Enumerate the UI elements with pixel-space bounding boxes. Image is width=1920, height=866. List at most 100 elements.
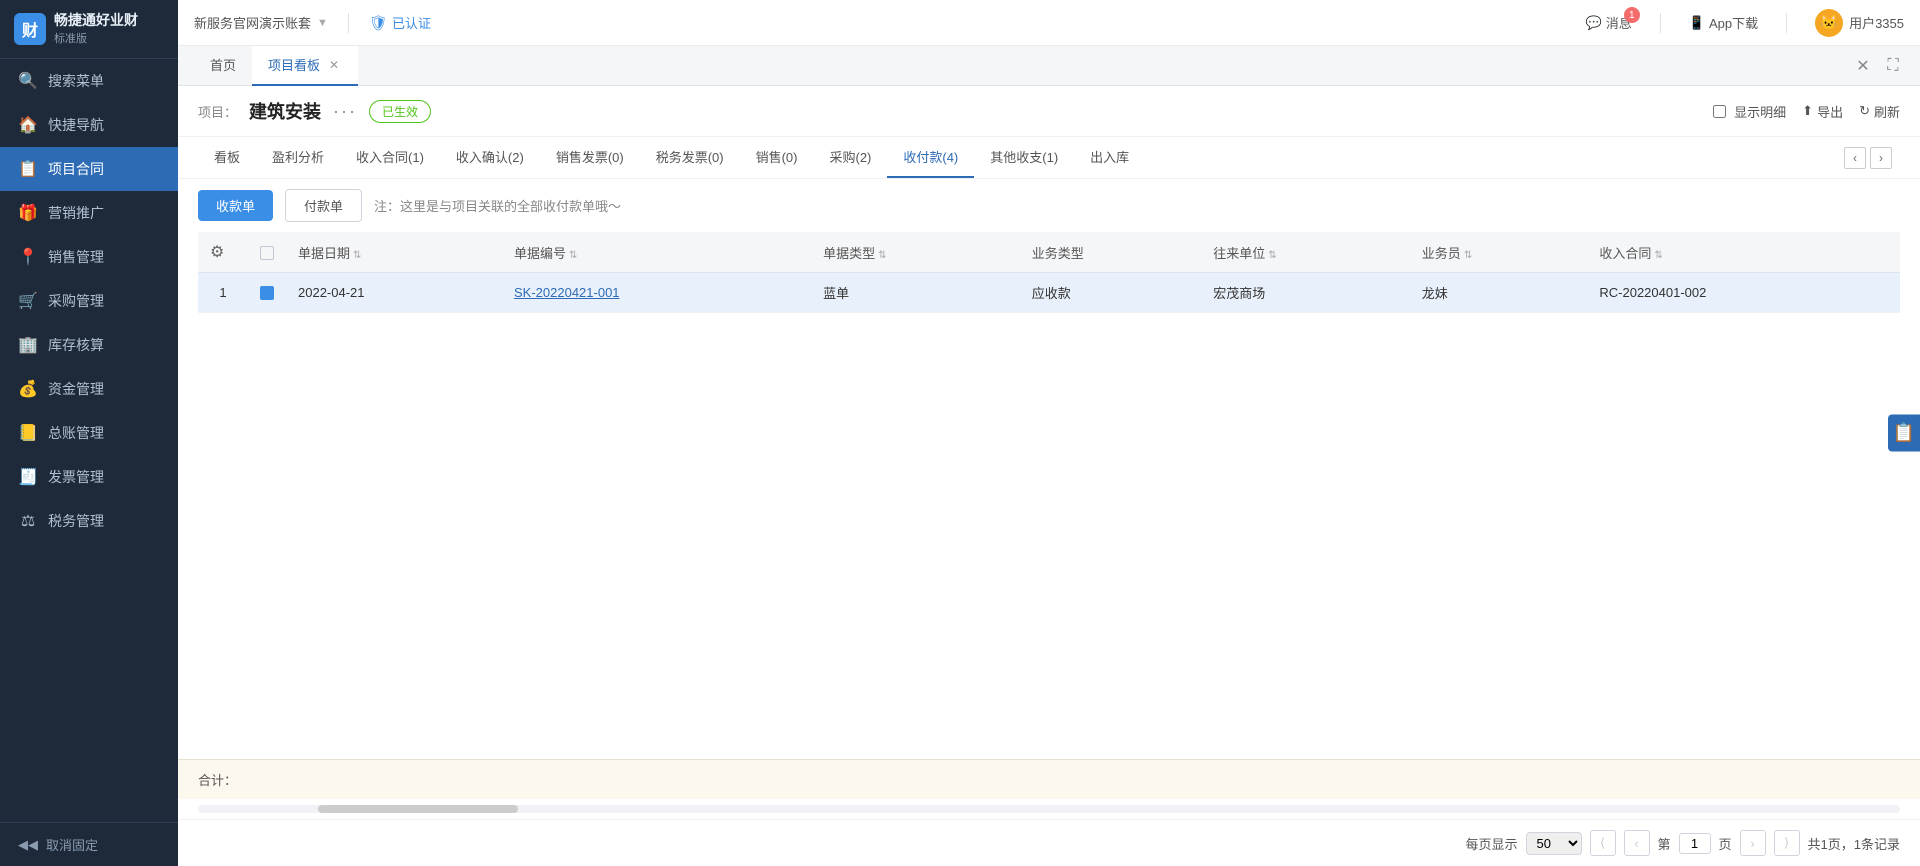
topbar-dropdown-icon: ▼ xyxy=(317,17,328,29)
export-button[interactable]: ⬆ 导出 xyxy=(1802,102,1843,121)
sub-tab-9[interactable]: 其他收支(1) xyxy=(974,137,1074,178)
sidebar-item-label-quick-nav: 快捷导航 xyxy=(48,115,104,135)
show-detail-checkbox[interactable]: 显示明细 xyxy=(1713,102,1786,121)
sort-type-icon: ⇅ xyxy=(878,250,886,261)
topbar-project-name: 新服务官网演示账套 xyxy=(194,13,311,32)
sidebar-item-inventory[interactable]: 🏢库存核算 xyxy=(0,323,178,367)
first-page-button[interactable]: ⟨ xyxy=(1590,830,1616,856)
sidebar-item-quick-nav[interactable]: 🏠快捷导航 xyxy=(0,103,178,147)
col-header-contract[interactable]: 收入合同⇅ xyxy=(1587,232,1900,273)
table-col-checkbox xyxy=(248,232,286,273)
sidebar-item-label-purchase: 采购管理 xyxy=(48,291,104,311)
topbar-app-download[interactable]: 📱 App下载 xyxy=(1689,13,1758,32)
row-type-0: 蓝单 xyxy=(811,273,1020,313)
sub-tab-5[interactable]: 税务发票(0) xyxy=(640,137,740,178)
finance-icon: 💰 xyxy=(18,379,38,399)
page-header-actions: 显示明细 ⬆ 导出 ↻ 刷新 xyxy=(1713,102,1900,121)
last-page-button[interactable]: ⟩ xyxy=(1774,830,1800,856)
horizontal-scrollbar[interactable] xyxy=(198,805,1900,813)
col-header-partner[interactable]: 往来单位⇅ xyxy=(1201,232,1410,273)
col-header-code[interactable]: 单据编号⇅ xyxy=(502,232,811,273)
row-code-0[interactable]: SK-20220421-001 xyxy=(502,273,811,313)
project-contract-icon: 📋 xyxy=(18,159,38,179)
action-hint: 注：这里是与项目关联的全部收付款单哦～ xyxy=(374,196,621,215)
sub-tabs-prev-button[interactable]: ‹ xyxy=(1844,147,1866,169)
sidebar-item-label-invoice: 发票管理 xyxy=(48,467,104,487)
table-header: ⚙ 单据日期⇅ 单据编号⇅ 单据类型⇅ 业务类型 往来单位⇅ 业务员⇅ 收入合同… xyxy=(198,232,1900,273)
row-contract-0: RC-20220401-002 xyxy=(1587,273,1900,313)
sidebar-item-project-contract[interactable]: 📋项目合同 xyxy=(0,147,178,191)
sort-salesman-icon: ⇅ xyxy=(1464,250,1472,261)
sidebar-footer[interactable]: ◀◀ 取消固定 xyxy=(0,822,178,866)
next-page-button[interactable]: › xyxy=(1740,830,1766,856)
row-biz-type-0: 应收款 xyxy=(1020,273,1201,313)
close-window-button[interactable]: ✕ xyxy=(1852,55,1874,77)
sidebar-logo: 财 畅捷通好业财 标准版 xyxy=(0,0,178,59)
scrollbar-thumb[interactable] xyxy=(318,805,518,813)
topbar-certified: 🛡 已认证 xyxy=(369,13,431,32)
page-number-input[interactable] xyxy=(1679,833,1711,854)
summary-label: 合计： xyxy=(198,770,237,789)
tab-project-kanban-label: 项目看板 xyxy=(268,55,320,74)
payment-button[interactable]: 付款单 xyxy=(285,189,362,222)
sidebar-item-marketing[interactable]: 🎁营销推广 xyxy=(0,191,178,235)
table-col-settings[interactable]: ⚙ xyxy=(198,232,248,273)
sidebar-item-tax[interactable]: ⚖税务管理 xyxy=(0,499,178,543)
col-header-salesman[interactable]: 业务员⇅ xyxy=(1410,232,1588,273)
status-badge: 已生效 xyxy=(369,100,431,123)
sub-tab-4[interactable]: 销售发票(0) xyxy=(540,137,640,178)
pagination: 每页显示 50 100 200 ⟨ ‹ 第 页 › ⟩ 共1页，1条记录 xyxy=(178,819,1920,866)
marketing-icon: 🎁 xyxy=(18,203,38,223)
sidebar-item-purchase[interactable]: 🛒采购管理 xyxy=(0,279,178,323)
sub-tab-3[interactable]: 收入确认(2) xyxy=(440,137,540,178)
receipt-button[interactable]: 收款单 xyxy=(198,190,273,221)
sidebar-item-invoice[interactable]: 🧾发票管理 xyxy=(0,455,178,499)
app-logo-icon: 财 xyxy=(14,13,46,45)
show-detail-input[interactable] xyxy=(1713,105,1726,118)
action-bar: 收款单 付款单 注：这里是与项目关联的全部收付款单哦～ xyxy=(178,179,1920,232)
sidebar-item-sales[interactable]: 📍销售管理 xyxy=(0,235,178,279)
topbar-right: 💬 消息 1 📱 App下载 🐱 用户3355 xyxy=(1586,9,1904,37)
col-header-date[interactable]: 单据日期⇅ xyxy=(286,232,502,273)
sub-tab-7[interactable]: 采购(2) xyxy=(813,137,887,178)
sales-icon: 📍 xyxy=(18,247,38,267)
float-note-button[interactable]: 📋 xyxy=(1888,415,1920,452)
sidebar-item-finance[interactable]: 💰资金管理 xyxy=(0,367,178,411)
select-all-checkbox[interactable] xyxy=(260,246,274,260)
page-unit: 页 xyxy=(1719,834,1732,853)
sidebar-item-ledger[interactable]: 📒总账管理 xyxy=(0,411,178,455)
topbar-messages[interactable]: 💬 消息 1 xyxy=(1586,13,1632,32)
table-row[interactable]: 1 2022-04-21 SK-20220421-001 蓝单 应收款 宏茂商场… xyxy=(198,273,1900,313)
sidebar-item-search[interactable]: 🔍搜索菜单 xyxy=(0,59,178,103)
sub-tab-6[interactable]: 销售(0) xyxy=(740,137,814,178)
tab-project-kanban[interactable]: 项目看板 ✕ xyxy=(252,46,358,86)
row-checkbox-0[interactable] xyxy=(248,273,286,313)
window-controls: ✕ ⛶ xyxy=(1852,55,1904,77)
export-icon: ⬆ xyxy=(1802,103,1813,119)
more-options-button[interactable]: ··· xyxy=(333,101,357,122)
table-wrapper: ⚙ 单据日期⇅ 单据编号⇅ 单据类型⇅ 业务类型 往来单位⇅ 业务员⇅ 收入合同… xyxy=(178,232,1920,759)
sub-tab-2[interactable]: 收入合同(1) xyxy=(340,137,440,178)
col-header-type[interactable]: 单据类型⇅ xyxy=(811,232,1020,273)
prev-page-button[interactable]: ‹ xyxy=(1624,830,1650,856)
page-size-label: 每页显示 xyxy=(1465,834,1517,853)
refresh-button[interactable]: ↻ 刷新 xyxy=(1859,102,1900,121)
note-icon: 📋 xyxy=(1893,423,1915,444)
col-header-biz-type: 业务类型 xyxy=(1020,232,1201,273)
sub-tab-0[interactable]: 看板 xyxy=(198,137,256,178)
sub-tab-10[interactable]: 出入库 xyxy=(1074,137,1145,178)
topbar-user[interactable]: 🐱 用户3355 xyxy=(1815,9,1904,37)
topbar-project[interactable]: 新服务官网演示账套 ▼ xyxy=(194,13,328,32)
sub-tabs-next-button[interactable]: › xyxy=(1870,147,1892,169)
tab-home[interactable]: 首页 xyxy=(194,46,252,86)
tab-close-icon[interactable]: ✕ xyxy=(326,57,342,73)
maximize-window-button[interactable]: ⛶ xyxy=(1882,55,1904,77)
message-badge: 1 xyxy=(1624,7,1640,23)
app-title: 畅捷通好业财 标准版 xyxy=(54,12,138,46)
row-date-0: 2022-04-21 xyxy=(286,273,502,313)
export-label: 导出 xyxy=(1817,102,1843,121)
sub-tab-8[interactable]: 收付款(4) xyxy=(887,137,974,178)
sidebar: 财 畅捷通好业财 标准版 🔍搜索菜单🏠快捷导航📋项目合同🎁营销推广📍销售管理🛒采… xyxy=(0,0,178,866)
page-size-select[interactable]: 50 100 200 xyxy=(1526,832,1582,855)
sub-tab-1[interactable]: 盈利分析 xyxy=(256,137,340,178)
